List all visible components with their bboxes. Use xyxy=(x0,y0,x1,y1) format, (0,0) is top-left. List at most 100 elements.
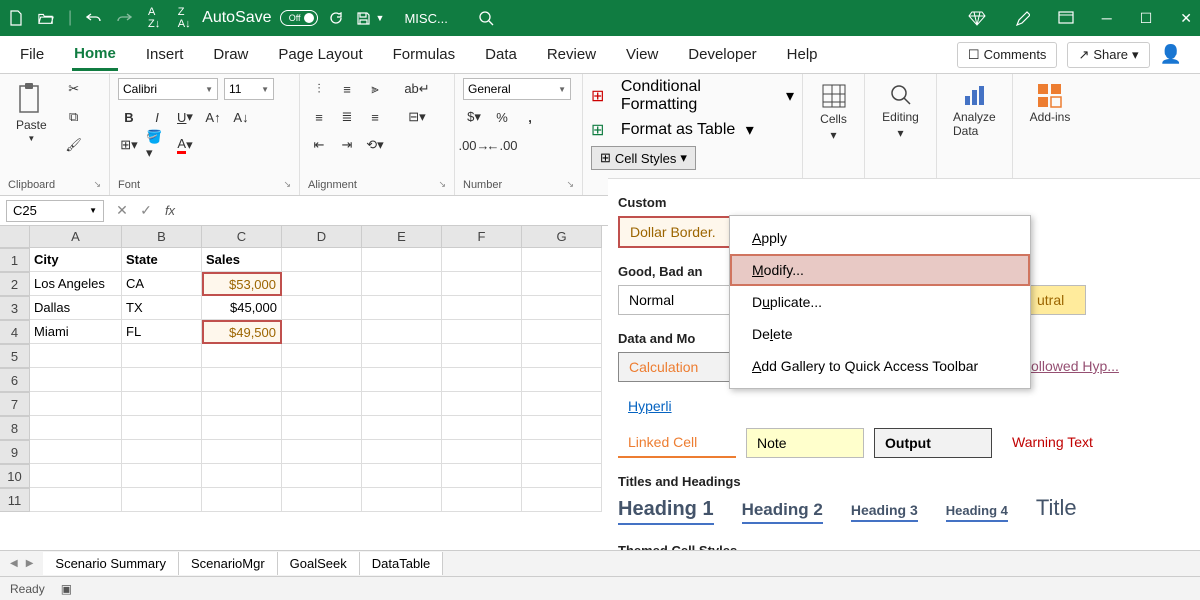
cell-styles-button[interactable]: ⊞ Cell Styles ▾ xyxy=(591,146,696,170)
addins-button[interactable]: Add-ins xyxy=(1021,78,1079,128)
cell[interactable] xyxy=(442,296,522,320)
align-left-icon[interactable]: ≡ xyxy=(308,106,330,128)
sheet-next-icon[interactable]: ▶ xyxy=(26,558,34,569)
sheet-tab[interactable]: DataTable xyxy=(360,552,444,575)
minimize-icon[interactable]: ─ xyxy=(1102,10,1112,26)
font-name-combo[interactable]: Calibri▼ xyxy=(118,78,218,100)
search-icon[interactable] xyxy=(478,10,494,26)
context-add-qat[interactable]: Add Gallery to Quick Access Toolbar xyxy=(730,350,1030,382)
cell[interactable] xyxy=(282,320,362,344)
context-apply[interactable]: Apply xyxy=(730,222,1030,254)
tab-file[interactable]: File xyxy=(18,40,46,69)
row-header[interactable]: 4 xyxy=(0,320,30,344)
cell[interactable] xyxy=(442,320,522,344)
cell[interactable]: FL xyxy=(122,320,202,344)
style-warning-text[interactable]: Warning Text xyxy=(1002,428,1120,458)
tab-review[interactable]: Review xyxy=(545,40,598,69)
cell[interactable] xyxy=(362,296,442,320)
italic-icon[interactable]: I xyxy=(146,106,168,128)
fx-icon[interactable]: fx xyxy=(158,203,182,218)
decrease-indent-icon[interactable]: ⇤ xyxy=(308,134,330,156)
row-header[interactable]: 8 xyxy=(0,416,30,440)
style-heading-4[interactable]: Heading 4 xyxy=(946,503,1008,522)
refresh-icon[interactable] xyxy=(328,10,344,26)
paste-button[interactable]: Paste ▼ xyxy=(8,78,55,147)
border-icon[interactable]: ⊞▾ xyxy=(118,134,140,156)
tab-insert[interactable]: Insert xyxy=(144,40,186,69)
cell[interactable] xyxy=(282,248,362,272)
col-header[interactable]: E xyxy=(362,226,442,248)
format-painter-icon[interactable]: 🖌 xyxy=(63,134,85,156)
diamond-icon[interactable] xyxy=(968,10,986,26)
ribbon-display-icon[interactable] xyxy=(1058,11,1074,25)
cell[interactable]: CA xyxy=(122,272,202,296)
cell[interactable] xyxy=(282,296,362,320)
row-header[interactable]: 2 xyxy=(0,272,30,296)
cell[interactable]: Los Angeles xyxy=(30,272,122,296)
cell[interactable]: Dallas xyxy=(30,296,122,320)
row-header[interactable]: 3 xyxy=(0,296,30,320)
col-header[interactable]: B xyxy=(122,226,202,248)
cell[interactable] xyxy=(362,320,442,344)
cut-icon[interactable]: ✂ xyxy=(63,78,85,100)
wrap-text-icon[interactable]: ab↵ xyxy=(406,78,428,100)
align-middle-icon[interactable]: ≡ xyxy=(336,78,358,100)
open-folder-icon[interactable] xyxy=(38,10,54,26)
col-header[interactable]: C xyxy=(202,226,282,248)
select-all-corner[interactable] xyxy=(0,226,30,248)
row-header[interactable]: 11 xyxy=(0,488,30,512)
percent-icon[interactable]: % xyxy=(491,106,513,128)
bold-icon[interactable]: B xyxy=(118,106,140,128)
cell[interactable] xyxy=(442,272,522,296)
comments-button[interactable]: ☐ Comments xyxy=(957,42,1058,68)
cell[interactable]: $49,500 xyxy=(202,320,282,344)
style-followed-hyperlink[interactable]: ollowed Hyp... xyxy=(1021,352,1129,382)
tab-view[interactable]: View xyxy=(624,40,660,69)
enter-formula-icon[interactable]: ✓ xyxy=(134,202,158,219)
cell[interactable]: TX xyxy=(122,296,202,320)
decrease-decimal-icon[interactable]: ←.00 xyxy=(491,134,513,156)
align-bottom-icon[interactable]: ⫸ xyxy=(364,78,386,100)
user-icon[interactable]: 👤 xyxy=(1160,44,1182,65)
autosave-toggle[interactable]: AutoSave Off xyxy=(202,9,317,27)
merge-icon[interactable]: ⊟▾ xyxy=(406,106,428,128)
new-file-icon[interactable] xyxy=(8,10,24,26)
save-icon[interactable] xyxy=(356,10,372,26)
save-dropdown-icon[interactable]: ▼ xyxy=(376,13,385,23)
editing-button[interactable]: Editing▾ xyxy=(873,78,928,144)
row-header[interactable]: 5 xyxy=(0,344,30,368)
row-header[interactable]: 9 xyxy=(0,440,30,464)
name-box[interactable]: C25▼ xyxy=(6,200,104,222)
cell[interactable] xyxy=(522,248,602,272)
style-normal[interactable]: Normal xyxy=(618,285,736,315)
cell[interactable] xyxy=(362,248,442,272)
maximize-icon[interactable]: ☐ xyxy=(1140,10,1153,27)
col-header[interactable]: G xyxy=(522,226,602,248)
style-neutral[interactable]: utral xyxy=(1026,285,1086,315)
analyze-data-button[interactable]: Analyze Data xyxy=(945,78,1004,142)
cell[interactable] xyxy=(522,296,602,320)
cell[interactable]: City xyxy=(30,248,122,272)
comma-icon[interactable]: , xyxy=(519,106,541,128)
number-format-combo[interactable]: General▼ xyxy=(463,78,571,100)
sheet-prev-icon[interactable]: ◀ xyxy=(10,558,18,569)
sort-desc-icon[interactable]: ZA↓ xyxy=(176,10,192,26)
alignment-launcher-icon[interactable]: ↘ xyxy=(438,179,446,191)
cell[interactable] xyxy=(522,272,602,296)
cells-button[interactable]: Cells▾ xyxy=(811,78,856,146)
col-header[interactable]: D xyxy=(282,226,362,248)
col-header[interactable]: F xyxy=(442,226,522,248)
style-heading-1[interactable]: Heading 1 xyxy=(618,498,714,525)
style-heading-3[interactable]: Heading 3 xyxy=(851,502,918,522)
close-icon[interactable]: ✕ xyxy=(1180,10,1192,27)
cell[interactable] xyxy=(442,248,522,272)
cell[interactable]: $53,000 xyxy=(202,272,282,296)
tab-formulas[interactable]: Formulas xyxy=(391,40,458,69)
align-top-icon[interactable]: ⫶ xyxy=(308,78,330,100)
style-note[interactable]: Note xyxy=(746,428,864,458)
style-hyperlink[interactable]: Hyperli xyxy=(618,392,682,420)
accounting-icon[interactable]: $▾ xyxy=(463,106,485,128)
tab-page-layout[interactable]: Page Layout xyxy=(276,40,364,69)
redo-icon[interactable] xyxy=(116,10,132,26)
row-header[interactable]: 10 xyxy=(0,464,30,488)
